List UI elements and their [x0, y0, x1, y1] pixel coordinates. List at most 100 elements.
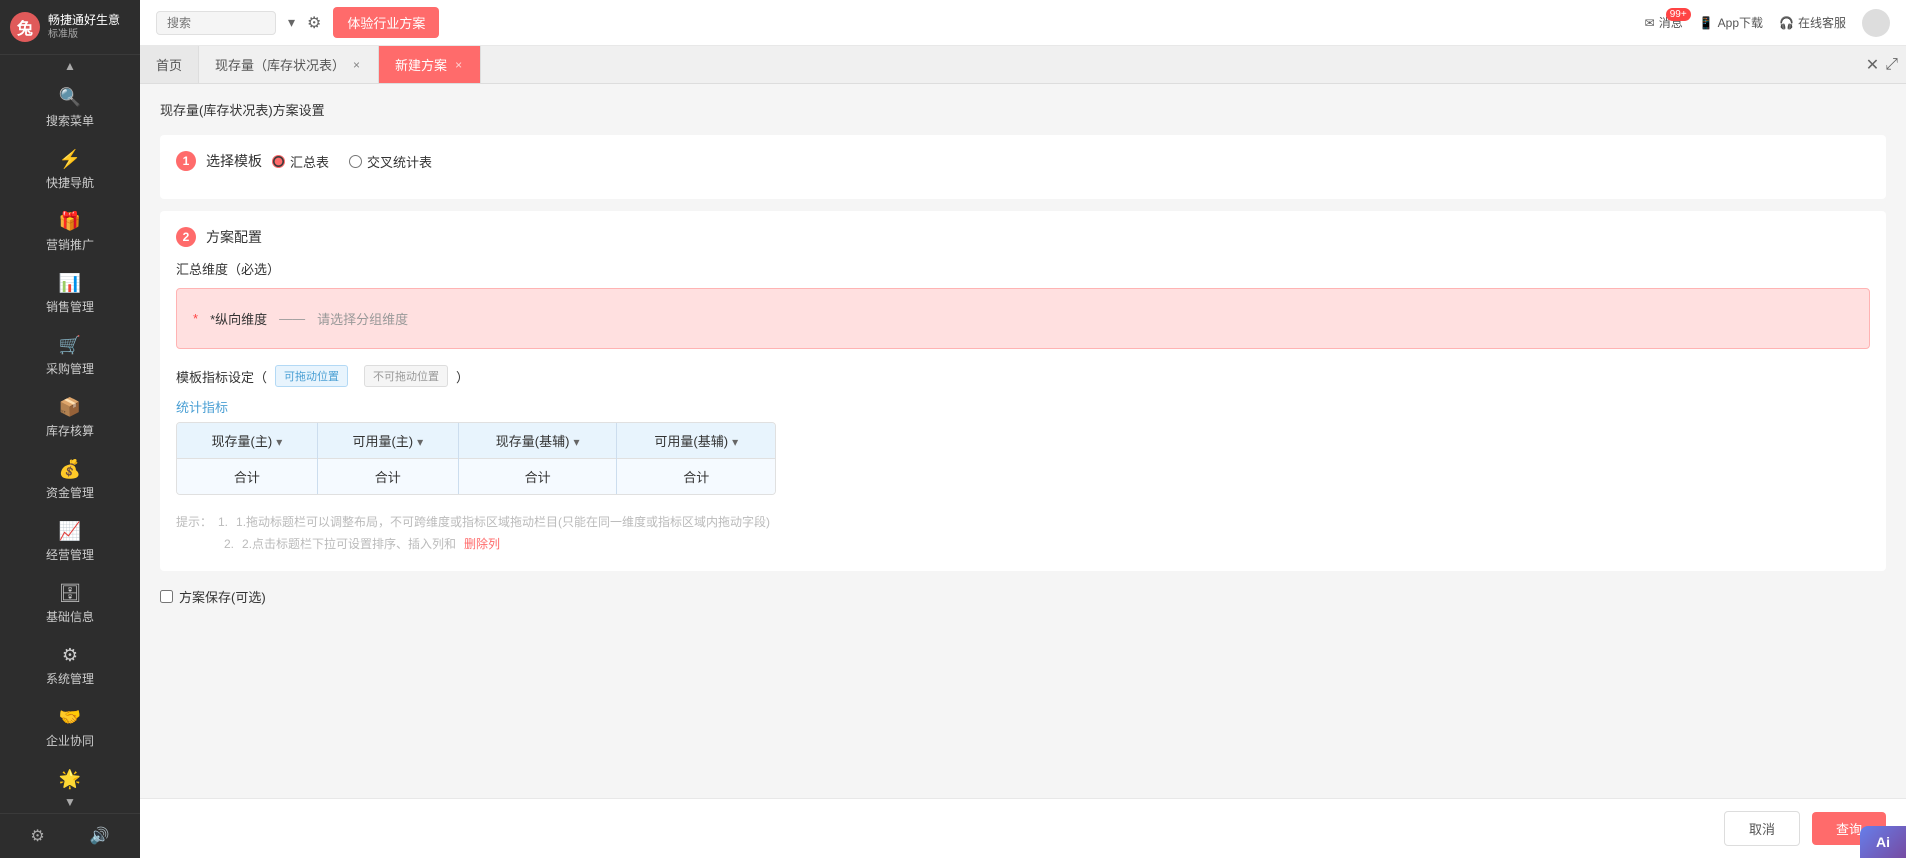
app-logo-icon: 兔	[10, 12, 40, 42]
dimension-dash: ——	[279, 311, 305, 326]
step2-header: 2 方案配置	[176, 227, 1870, 247]
tabbar: 首页 现存量（库存状况表） × 新建方案 × ✕ ⤢	[140, 46, 1906, 84]
stats-col-header[interactable]: 可用量(基辅)▾	[617, 423, 775, 459]
sidebar-item-icon: 📈	[59, 521, 81, 542]
sidebar-scroll-up[interactable]: ▲	[0, 55, 140, 77]
tab-new-plan-close[interactable]: ×	[453, 58, 464, 72]
radio-cross-input[interactable]	[349, 155, 362, 168]
required-star: *	[193, 311, 198, 326]
page-title: 现存量(库存状况表)方案设置	[160, 100, 1886, 119]
online-service-btn[interactable]: 🎧 在线客服	[1779, 14, 1846, 31]
indicator-config-label: 模板指标设定（ 可拖动位置 不可拖动位置 ）	[176, 365, 1870, 387]
phone-icon: 📱	[1699, 16, 1714, 30]
sidebar-item-企业协同[interactable]: 🤝 企业协同	[0, 697, 140, 759]
radio-cross[interactable]: 交叉统计表	[349, 152, 432, 171]
sidebar-item-库存核算[interactable]: 📦 库存核算	[0, 387, 140, 449]
tab-inventory[interactable]: 现存量（库存状况表） ×	[199, 46, 379, 83]
app-download-btn[interactable]: 📱 App下载	[1699, 14, 1763, 31]
tab-home[interactable]: 首页	[140, 46, 199, 83]
sidebar-bottom: ⚙ 🔊	[0, 813, 140, 858]
cancel-button[interactable]: 取消	[1724, 811, 1800, 846]
tabbar-right: ✕ ⤢	[1866, 55, 1906, 75]
sidebar-item-基础信息[interactable]: 🗄 基础信息	[0, 573, 140, 635]
sidebar-item-icon: ⚡	[59, 149, 81, 170]
template-options: 汇总表 交叉统计表	[272, 152, 432, 171]
stats-col-header[interactable]: 可用量(主)▾	[317, 423, 458, 459]
step1-badge: 1	[176, 151, 196, 171]
col-dropdown-btn[interactable]: ▾	[732, 435, 738, 449]
radio-summary-label: 汇总表	[290, 152, 329, 171]
save-checkbox[interactable]	[160, 590, 173, 603]
stats-col-header[interactable]: 现存量(基辅)▾	[458, 423, 617, 459]
sidebar-scroll-down[interactable]: ▼	[0, 791, 140, 813]
sidebar-item-icon: 🌟	[59, 769, 81, 790]
step2-section: 2 方案配置 汇总维度（必选） * *纵向维度 —— 请选择分组维度 模板指标设…	[160, 211, 1886, 571]
content-area: 现存量(库存状况表)方案设置 1 选择模板 汇总表 交叉统计表	[140, 84, 1906, 798]
save-option: 方案保存(可选)	[160, 587, 1886, 606]
vertical-dim-placeholder: 请选择分组维度	[317, 309, 408, 328]
messages-badge: 99+	[1666, 8, 1691, 21]
sidebar-nav: 🔍 搜索菜单 ⚡ 快捷导航 🎁 营销推广 📊 销售管理 🛒 采购管理 📦 库存核…	[0, 77, 140, 791]
sidebar-item-系统管理[interactable]: ⚙ 系统管理	[0, 635, 140, 697]
sidebar-item-经营管理[interactable]: 📈 经营管理	[0, 511, 140, 573]
tip1-text: 1.拖动标题栏可以调整布局，不可跨维度或指标区域拖动栏目(只能在同一维度或指标区…	[236, 512, 770, 534]
bottom-bar: 取消 查询	[140, 798, 1906, 858]
sidebar-item-搜索菜单[interactable]: 🔍 搜索菜单	[0, 77, 140, 139]
col-dropdown-btn[interactable]: ▾	[276, 435, 282, 449]
step1-section: 1 选择模板 汇总表 交叉统计表	[160, 135, 1886, 199]
sidebar-item-快捷导航[interactable]: ⚡ 快捷导航	[0, 139, 140, 201]
tips-section: 提示： 1. 1.拖动标题栏可以调整布局，不可跨维度或指标区域拖动栏目(只能在同…	[176, 512, 1870, 555]
sidebar-item-销售管理[interactable]: 📊 销售管理	[0, 263, 140, 325]
col-dropdown-btn[interactable]: ▾	[573, 435, 579, 449]
sidebar-item-icon: 🛒	[59, 335, 81, 356]
sidebar-volume-icon[interactable]: 🔊	[86, 822, 114, 850]
sidebar-item-icon: ⚙	[62, 645, 78, 666]
sidebar-item-新手引导[interactable]: 🌟 新手引导	[0, 759, 140, 791]
sidebar-item-icon: 🗄	[59, 583, 82, 604]
sidebar-item-采购管理[interactable]: 🛒 采购管理	[0, 325, 140, 387]
sidebar-item-icon: 📦	[59, 397, 81, 418]
tip-row-2: 2. 2.点击标题栏下拉可设置排序、插入列和 删除列	[176, 534, 1870, 556]
user-avatar[interactable]	[1862, 9, 1890, 37]
ai-float-btn[interactable]: Ai	[1860, 826, 1906, 858]
topbar-settings-btn[interactable]: ⚙	[307, 13, 321, 33]
tab-inventory-label: 现存量（库存状况表）	[215, 55, 345, 74]
stats-col-header[interactable]: 现存量(主)▾	[177, 423, 317, 459]
col-dropdown-btn[interactable]: ▾	[417, 435, 423, 449]
sidebar-item-资金管理[interactable]: 💰 资金管理	[0, 449, 140, 511]
topbar: ▾ ⚙ 体验行业方案 ✉ 消息 99+ 📱 App下载 🎧 在线客服	[140, 0, 1906, 46]
messages-btn[interactable]: ✉ 消息 99+	[1645, 14, 1683, 31]
step2-title: 方案配置	[206, 227, 262, 247]
radio-summary-input[interactable]	[272, 155, 285, 168]
tab-new-plan[interactable]: 新建方案 ×	[379, 46, 481, 83]
message-icon: ✉	[1645, 16, 1655, 30]
tab-home-label: 首页	[156, 55, 182, 74]
trial-industry-btn[interactable]: 体验行业方案	[333, 7, 439, 38]
sidebar-item-label: 采购管理	[46, 360, 94, 377]
sidebar-item-label: 库存核算	[46, 422, 94, 439]
tab-new-plan-label: 新建方案	[395, 55, 447, 74]
radio-cross-label: 交叉统计表	[367, 152, 432, 171]
summary-dim-label: 汇总维度（必选）	[176, 259, 1870, 278]
app-logo-text: 畅捷通好生意 标准版	[48, 13, 120, 42]
tab-close-icon-btn[interactable]: ✕	[1866, 55, 1879, 75]
sidebar-item-label: 基础信息	[46, 608, 94, 625]
tab-inventory-close[interactable]: ×	[351, 58, 362, 72]
stats-col-cell: 合计	[317, 459, 458, 495]
vertical-dim-label: *纵向维度	[210, 309, 267, 328]
dimension-row[interactable]: * *纵向维度 —— 请选择分组维度	[176, 288, 1870, 349]
delete-col-link[interactable]: 删除列	[464, 534, 500, 556]
topbar-dropdown-btn[interactable]: ▾	[288, 14, 295, 31]
sidebar-item-label: 企业协同	[46, 732, 94, 749]
sidebar-item-icon: 🔍	[59, 87, 81, 108]
tip-row-1: 提示： 1. 1.拖动标题栏可以调整布局，不可跨维度或指标区域拖动栏目(只能在同…	[176, 512, 1870, 534]
settings-icon[interactable]: ⚙	[26, 822, 48, 850]
radio-summary[interactable]: 汇总表	[272, 152, 329, 171]
search-input[interactable]	[156, 11, 276, 35]
sidebar-logo: 兔 畅捷通好生意 标准版	[0, 0, 140, 55]
tab-expand-icon-btn[interactable]: ⤢	[1885, 56, 1898, 74]
headset-icon: 🎧	[1779, 16, 1794, 30]
sidebar-item-label: 销售管理	[46, 298, 94, 315]
sidebar-item-营销推广[interactable]: 🎁 营销推广	[0, 201, 140, 263]
sidebar-item-label: 营销推广	[46, 236, 94, 253]
